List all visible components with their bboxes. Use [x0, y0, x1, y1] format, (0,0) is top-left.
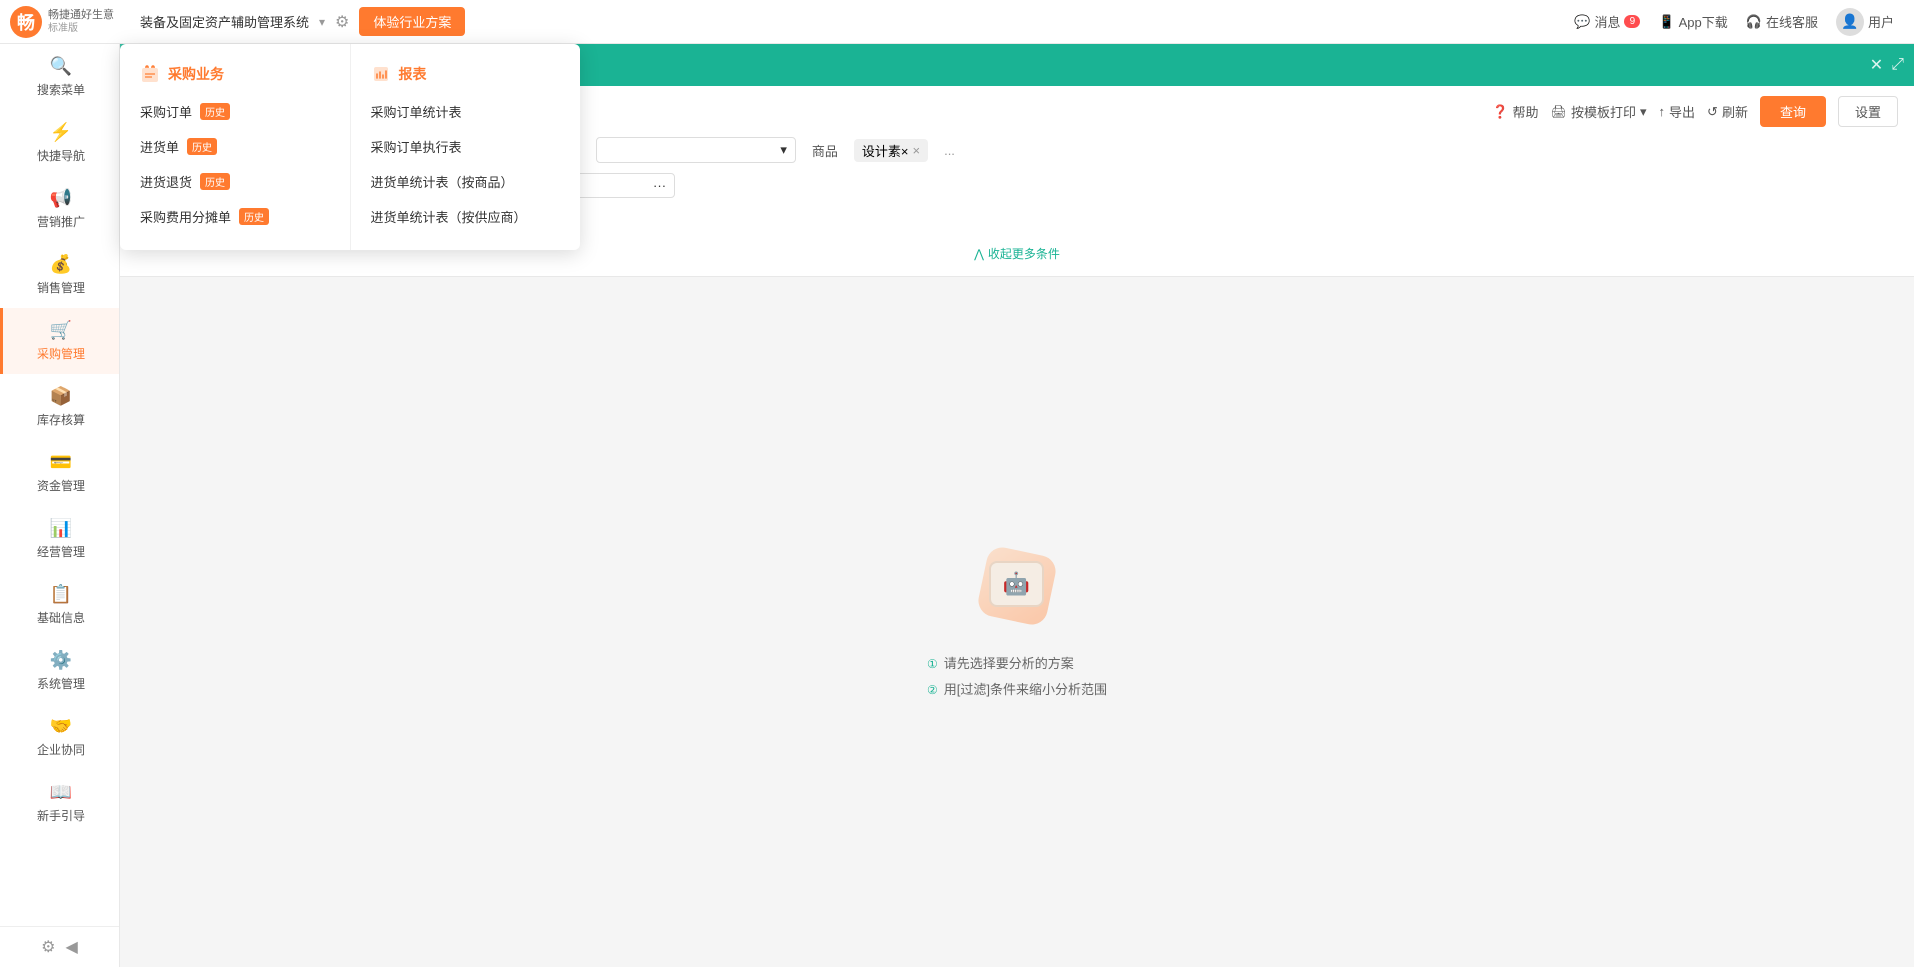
report-section-title: 报表: [351, 60, 581, 94]
logo-area: 畅 畅捷通好生意 标准版: [10, 6, 130, 38]
history-badge-purchase-order: 历史: [200, 103, 230, 120]
history-badge-incoming: 历史: [187, 138, 217, 155]
goods-label: 商品: [812, 141, 838, 160]
report-column: 报表 采购订单统计表 采购订单执行表 进货单统计表（按商品） 进货单统计表（按供…: [351, 44, 581, 250]
history-badge-return: 历史: [200, 173, 230, 190]
tab-expand-icon[interactable]: ⤢: [1891, 56, 1904, 74]
empty-hint-1: ① 请先选择要分析的方案: [927, 651, 1107, 677]
select-arrow-icon: ▾: [780, 142, 787, 158]
goods-tag: 设计素× ×: [854, 139, 928, 162]
dropdown-item-purchase-order[interactable]: 采购订单 历史: [120, 94, 350, 129]
sidebar-item-collab[interactable]: 🤝 企业协同: [0, 704, 119, 770]
header-right: 💬 消息 9 📱 App下载 🎧 在线客服 👤 用户: [1574, 8, 1904, 36]
sidebar-item-management[interactable]: 📊 经营管理: [0, 506, 119, 572]
sidebar-item-inventory[interactable]: 📦 库存核算: [0, 374, 119, 440]
finance-icon: 💳: [50, 452, 72, 473]
refresh-icon: ↺: [1707, 104, 1718, 120]
purchase-icon: 🛒: [50, 320, 72, 341]
export-icon: ↑: [1659, 104, 1666, 119]
help-button[interactable]: ❓ 帮助: [1492, 102, 1538, 121]
report-section-icon: [371, 64, 391, 84]
salesperson-dots: ···: [653, 178, 666, 193]
app-download-button[interactable]: 📱 App下载: [1658, 12, 1727, 31]
industry-button[interactable]: 体验行业方案: [359, 7, 465, 36]
empty-state: 🤖 ① 请先选择要分析的方案 ② 用[过滤]条件来缩小分析范围: [120, 277, 1914, 967]
dropdown-item-incoming-stats-supplier[interactable]: 进货单统计表（按供应商）: [351, 199, 581, 234]
top-header: 畅 畅捷通好生意 标准版 装备及固定资产辅助管理系统 ▾ ⚙ 体验行业方案 💬 …: [0, 0, 1914, 44]
basicinfo-icon: 📋: [50, 584, 72, 605]
sidebar-item-marketing[interactable]: 📢 营销推广: [0, 176, 119, 242]
print-button[interactable]: 🖨 按模板打印 ▾: [1550, 102, 1646, 121]
dropdown-menu: 采购业务 采购订单 历史 进货单 历史 进货退货 历史 采购费用分摊单 历史: [120, 44, 580, 250]
collapse-up-icon: ⋀: [974, 247, 984, 261]
sidebar-item-purchase[interactable]: 🛒 采购管理: [0, 308, 119, 374]
dropdown-item-incoming[interactable]: 进货单 历史: [120, 129, 350, 164]
search-icon: 🔍: [50, 56, 72, 77]
tab-bar-right: ✕ ⤢: [1870, 44, 1914, 86]
logo-icon: 畅: [10, 6, 42, 38]
system-name: 装备及固定资产辅助管理系统: [140, 12, 309, 31]
sidebar: 🔍 搜索菜单 ⚡ 快捷导航 📢 营销推广 💰 销售管理 🛒 采购管理 📦 库存核…: [0, 44, 120, 967]
header-center: 装备及固定资产辅助管理系统 ▾ ⚙ 体验行业方案: [130, 7, 1574, 36]
sidebar-item-guide[interactable]: 📖 新手引导: [0, 770, 119, 836]
dropdown-arrow-icon[interactable]: ▾: [319, 15, 325, 29]
dropdown-item-return[interactable]: 进货退货 历史: [120, 164, 350, 199]
sidebar-settings-button[interactable]: ⚙: [41, 937, 55, 957]
dropdown-item-incoming-stats-goods[interactable]: 进货单统计表（按商品）: [351, 164, 581, 199]
system-icon: ⚙️: [50, 650, 72, 671]
query-button[interactable]: 查询: [1760, 96, 1826, 127]
dropdown-item-purchase-order-exec[interactable]: 采购订单执行表: [351, 129, 581, 164]
phone-icon: 📱: [1658, 14, 1674, 30]
tab-close-window-icon[interactable]: ✕: [1870, 55, 1883, 75]
user-avatar: 👤: [1836, 8, 1864, 36]
sidebar-item-system[interactable]: ⚙️ 系统管理: [0, 638, 119, 704]
message-badge: 9: [1624, 15, 1640, 28]
empty-hints: ① 请先选择要分析的方案 ② 用[过滤]条件来缩小分析范围: [927, 651, 1107, 703]
collab-icon: 🤝: [50, 716, 72, 737]
export-button[interactable]: ↑ 导出: [1659, 102, 1696, 121]
single-status-select[interactable]: ▾: [596, 137, 796, 163]
logo-text: 畅捷通好生意 标准版: [48, 8, 114, 35]
sidebar-item-sales[interactable]: 💰 销售管理: [0, 242, 119, 308]
goods-tag-close-icon[interactable]: ×: [912, 143, 920, 158]
message-icon: 💬: [1574, 14, 1590, 30]
print-icon: 🖨: [1550, 104, 1567, 120]
dropdown-item-expense[interactable]: 采购费用分摊单 历史: [120, 199, 350, 234]
sidebar-item-quicknav[interactable]: ⚡ 快捷导航: [0, 110, 119, 176]
gear-icon[interactable]: ⚙: [335, 12, 349, 32]
sidebar-collapse-button[interactable]: ◀: [66, 937, 78, 957]
sidebar-bottom: ⚙ ◀: [0, 926, 119, 967]
empty-illustration: 🤖: [957, 541, 1077, 641]
collapse-button[interactable]: ⋀ 收起更多条件: [974, 245, 1060, 262]
online-service-button[interactable]: 🎧 在线客服: [1746, 12, 1818, 31]
sales-icon: 💰: [50, 254, 72, 275]
purchase-business-column: 采购业务 采购订单 历史 进货单 历史 进货退货 历史 采购费用分摊单 历史: [120, 44, 351, 250]
sidebar-item-basicinfo[interactable]: 📋 基础信息: [0, 572, 119, 638]
sidebar-item-finance[interactable]: 💳 资金管理: [0, 440, 119, 506]
dropdown-item-purchase-order-stats[interactable]: 采购订单统计表: [351, 94, 581, 129]
guide-icon: 📖: [50, 782, 72, 803]
message-button[interactable]: 💬 消息 9: [1574, 12, 1640, 31]
settings-button[interactable]: 设置: [1838, 96, 1898, 127]
help-icon: ❓: [1492, 104, 1508, 120]
inventory-icon: 📦: [50, 386, 72, 407]
refresh-button[interactable]: ↺ 刷新: [1707, 102, 1748, 121]
print-arrow-icon: ▾: [1640, 104, 1647, 120]
purchase-section-title: 采购业务: [120, 60, 350, 94]
marketing-icon: 📢: [50, 188, 72, 209]
sidebar-item-search[interactable]: 🔍 搜索菜单: [0, 44, 119, 110]
history-badge-expense: 历史: [239, 208, 269, 225]
management-icon: 📊: [50, 518, 72, 539]
headset-icon: 🎧: [1746, 14, 1762, 30]
purchase-section-icon: [140, 64, 160, 84]
quicknav-icon: ⚡: [50, 122, 72, 143]
empty-hint-2: ② 用[过滤]条件来缩小分析范围: [927, 677, 1107, 703]
dropdown-overlay: 采购业务 采购订单 历史 进货单 历史 进货退货 历史 采购费用分摊单 历史: [120, 44, 580, 250]
user-menu[interactable]: 👤 用户: [1836, 8, 1894, 36]
goods-more-dots[interactable]: ...: [944, 143, 955, 158]
